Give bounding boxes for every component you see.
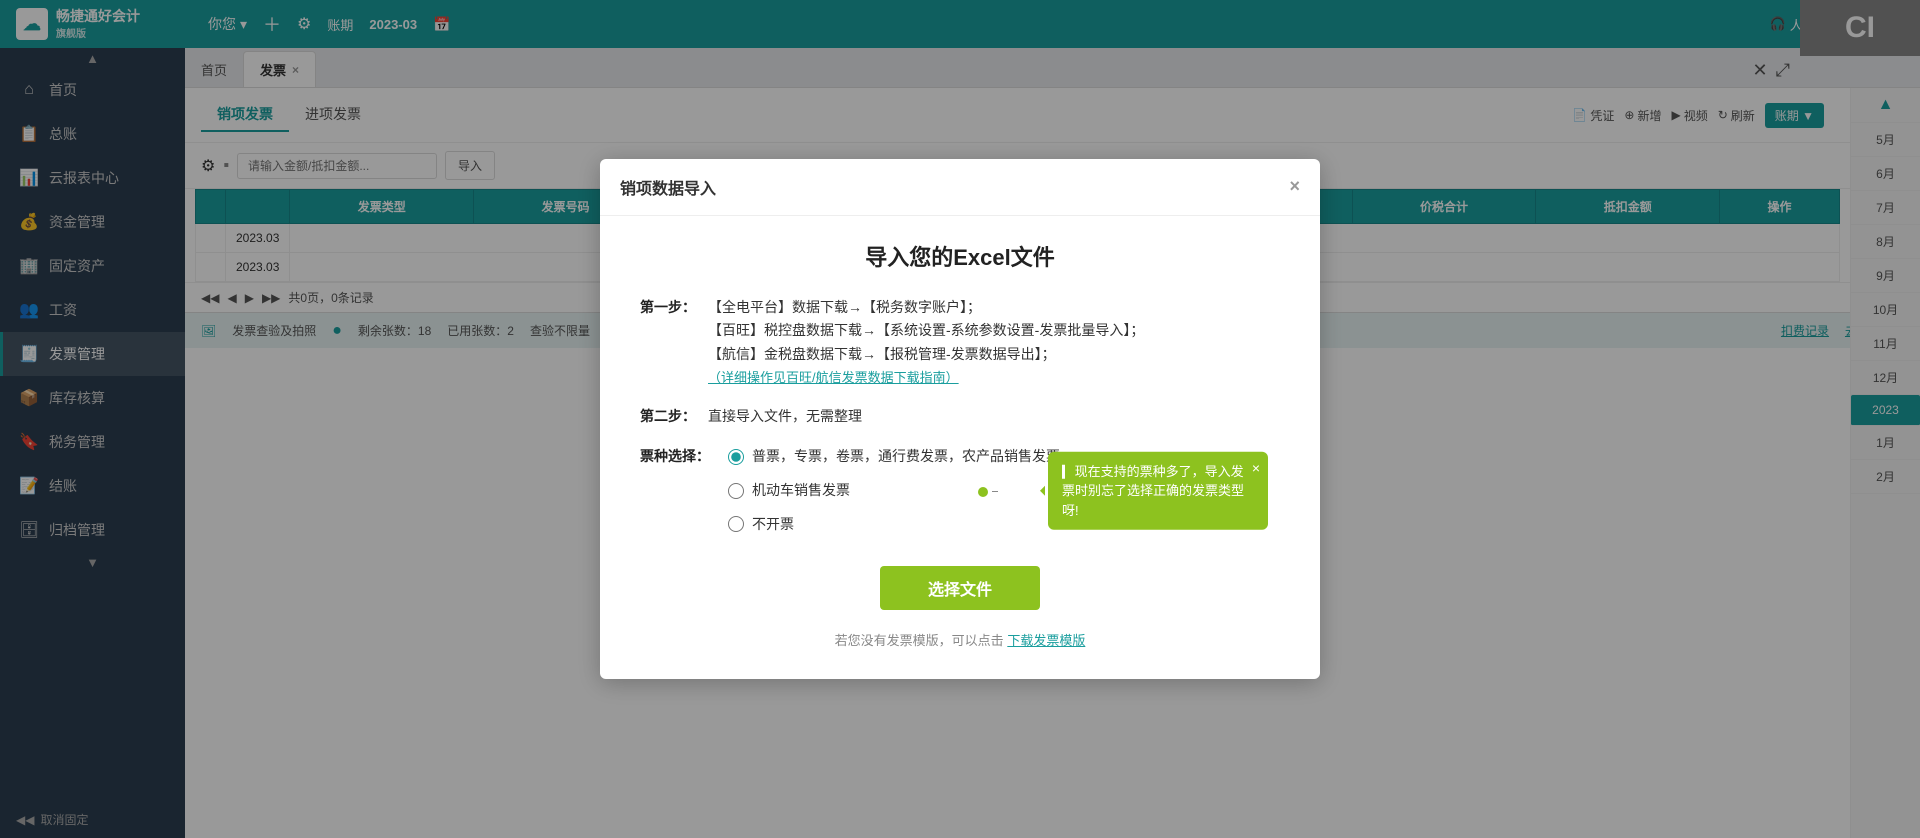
step2-content: 直接导入文件，无需整理: [708, 405, 862, 429]
ticket-selection: 票种选择： 普票，专票，卷票，通行费发票，农产品销售发票 机动车销售发票: [640, 445, 1280, 546]
footer-text: 若您没有发票模版，可以点击: [835, 633, 1004, 648]
radio-motor-row: 机动车销售发票 × 现在支持的票种多了，导入发票时别忘了选择正确的发票类型呀!: [728, 479, 1060, 503]
modal-body: 导入您的Excel文件 第一步： 【全电平台】数据下载→【税务数字账户】； 【百…: [600, 216, 1320, 680]
step1-row: 第一步： 【全电平台】数据下载→【税务数字账户】； 【百旺】税控盘数据下载→【系…: [640, 296, 1280, 389]
modal-title: 销项数据导入: [620, 175, 716, 199]
radio-noticket-label: 不开票: [752, 513, 794, 537]
tooltip-text: 现在支持的票种多了，导入发票时别忘了选择正确的发票类型呀!: [1062, 463, 1244, 517]
step2-row: 第二步： 直接导入文件，无需整理: [640, 405, 1280, 429]
step2-label: 第二步：: [640, 405, 700, 429]
step1-label: 第一步：: [640, 296, 700, 389]
tooltip-close-btn[interactable]: ×: [1252, 457, 1260, 478]
modal-close-button[interactable]: ×: [1289, 176, 1300, 197]
download-template-link[interactable]: 下载发票模版: [1007, 633, 1085, 648]
step1-link[interactable]: （详细操作见百旺/航信发票数据下载指南）: [708, 367, 1144, 389]
radio-no-ticket: 不开票: [728, 513, 1060, 537]
ticket-label: 票种选择：: [640, 445, 720, 469]
ticket-options: 普票，专票，卷票，通行费发票，农产品销售发票 机动车销售发票: [728, 445, 1060, 546]
connector-line: [992, 491, 998, 492]
import-modal: 销项数据导入 × 导入您的Excel文件 第一步： 【全电平台】数据下载→【税务…: [600, 159, 1320, 680]
modal-header: 销项数据导入 ×: [600, 159, 1320, 216]
radio-general: 普票，专票，卷票，通行费发票，农产品销售发票: [728, 445, 1060, 469]
select-file-button[interactable]: 选择文件: [880, 566, 1040, 610]
tooltip-bar: [1062, 465, 1065, 479]
modal-overlay: 销项数据导入 × 导入您的Excel文件 第一步： 【全电平台】数据下载→【税务…: [0, 0, 1920, 838]
step1-line3: 【航信】金税盘数据下载→【报税管理-发票数据导出】；: [708, 343, 1144, 367]
tooltip-bubble: × 现在支持的票种多了，导入发票时别忘了选择正确的发票类型呀!: [1048, 451, 1268, 530]
step1-content: 【全电平台】数据下载→【税务数字账户】； 【百旺】税控盘数据下载→【系统设置-系…: [708, 296, 1144, 389]
radio-motor-input[interactable]: [728, 483, 744, 499]
tooltip-dot: [978, 487, 988, 497]
step1-line2: 【百旺】税控盘数据下载→【系统设置-系统参数设置-发票批量导入】；: [708, 319, 1144, 343]
radio-general-input[interactable]: [728, 449, 744, 465]
step1-line1: 【全电平台】数据下载→【税务数字账户】；: [708, 296, 1144, 320]
radio-motor-label: 机动车销售发票: [752, 479, 850, 503]
radio-general-label: 普票，专票，卷票，通行费发票，农产品销售发票: [752, 445, 1060, 469]
radio-noticket-input[interactable]: [728, 516, 744, 532]
tooltip-connector: [938, 491, 998, 493]
modal-footer: 若您没有发票模版，可以点击 下载发票模版: [640, 630, 1280, 649]
modal-big-title: 导入您的Excel文件: [640, 240, 1280, 272]
